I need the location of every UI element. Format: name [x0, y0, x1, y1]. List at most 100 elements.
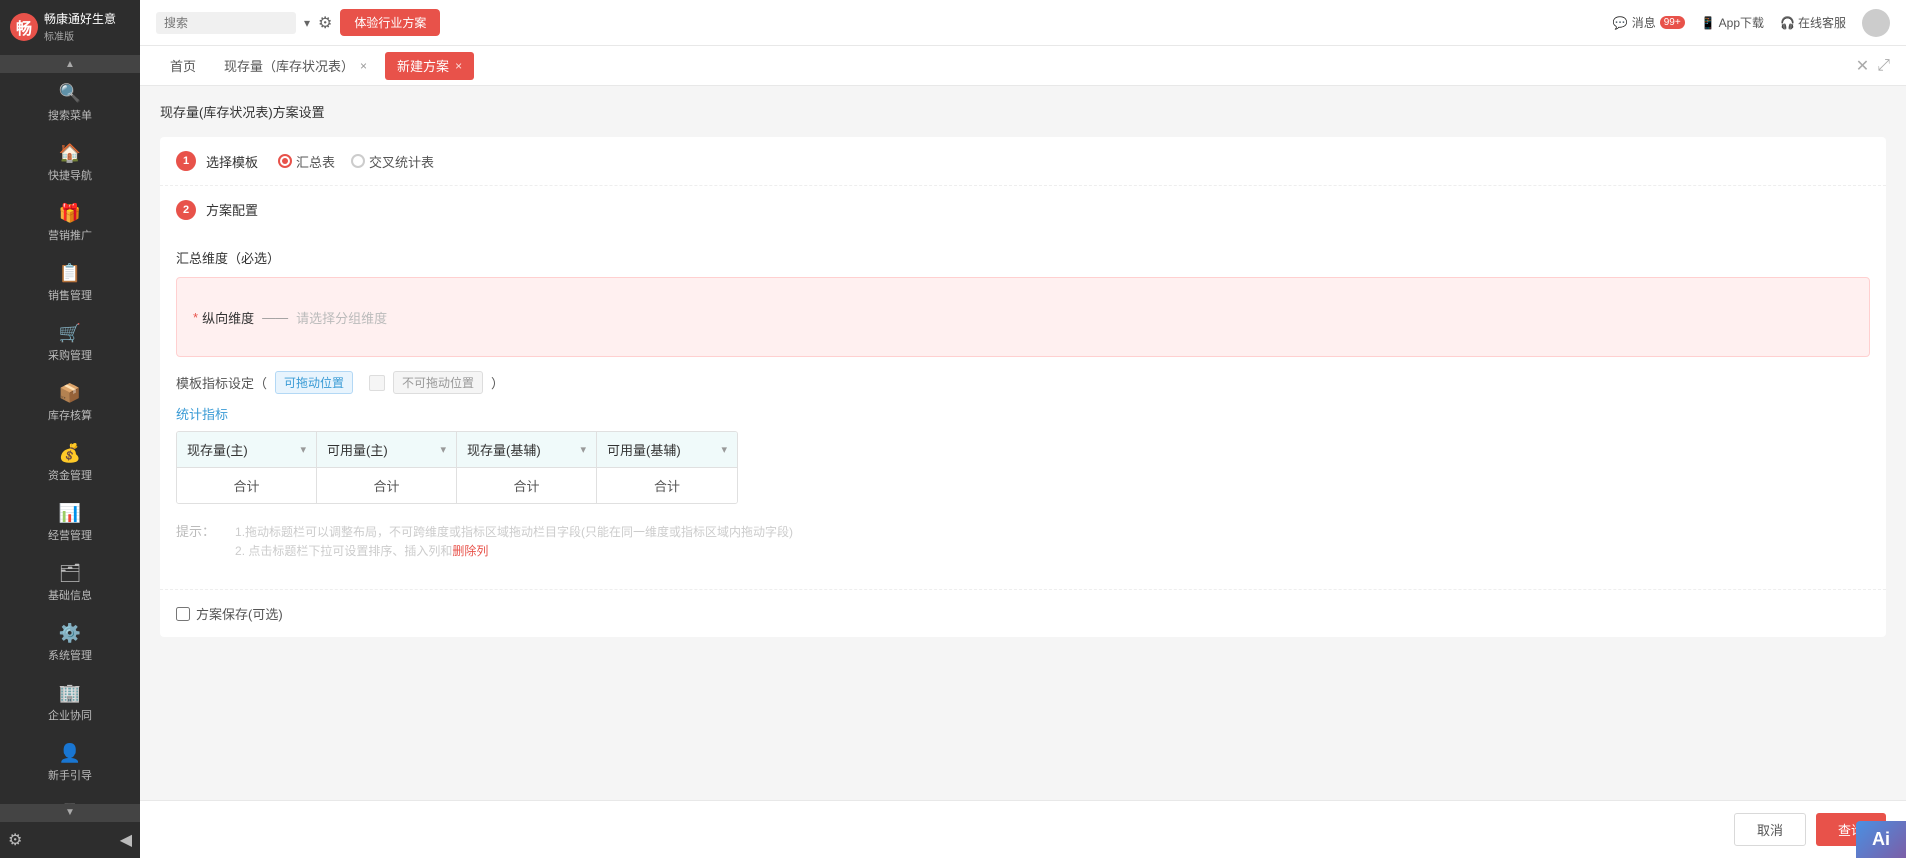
messages-button[interactable]: 💬 消息 99+	[1613, 14, 1685, 31]
search-input[interactable]	[156, 12, 296, 34]
avatar	[1862, 9, 1890, 37]
step2-num: 2	[176, 200, 196, 220]
tip-item-1: 2. 点击标题栏下拉可设置排序、插入列和删除列	[235, 542, 793, 559]
app-download-button[interactable]: 📱 App下载	[1701, 14, 1764, 31]
tab-home[interactable]: 首页	[156, 46, 210, 86]
sidebar-logo: 畅 畅康通好生意 标准版	[0, 0, 140, 56]
dimension-dash: ——	[262, 310, 288, 325]
stats-table-row-0: 合计 合计 合计 合计	[177, 467, 737, 503]
gear-nav-icon: ⚙️	[59, 623, 81, 644]
topbar-gear-icon[interactable]: ⚙	[318, 13, 332, 33]
sidebar-item-system[interactable]: ⚙️ 系统管理	[0, 613, 140, 673]
stats-col-2-dropdown[interactable]: ▾	[580, 443, 586, 456]
sidebar-item-label: 系统管理	[48, 647, 92, 663]
sidebar-item-search[interactable]: 🔍 搜索菜单	[0, 73, 140, 133]
sidebar-item-basic-info[interactable]: 🗂 基础信息	[0, 553, 140, 613]
app-name: 畅康通好生意	[44, 12, 116, 28]
sidebar-item-label: 快捷导航	[48, 167, 92, 183]
indicator-settings-label: 模板指标设定（	[176, 373, 267, 392]
sidebar-item-sales[interactable]: 📋 销售管理	[0, 253, 140, 313]
stats-col-0-dropdown[interactable]: ▾	[300, 443, 306, 456]
sidebar-bottom: ⚙ ◀	[0, 821, 140, 858]
sidebar-item-new-user[interactable]: 👤 新手引导	[0, 733, 140, 793]
sidebar-item-quick-nav[interactable]: 🏠 快捷导航	[0, 133, 140, 193]
stats-section-label: 统计指标	[176, 404, 1870, 423]
tabs-right-controls: ✕ ⤢	[1856, 56, 1890, 76]
radio-summary-dot	[282, 158, 288, 164]
tab-inventory-label: 现存量（库存状况表）	[224, 56, 354, 75]
stats-col-3[interactable]: 可用量(基辅) ▾	[597, 432, 737, 467]
stats-col-2-label: 现存量(基辅)	[467, 440, 541, 459]
tip-item-1-text: 2. 点击标题栏下拉可设置排序、插入列和	[235, 544, 452, 558]
stats-table: 现存量(主) ▾ 可用量(主) ▾ 现存量(基辅) ▾	[176, 431, 738, 504]
industry-btn[interactable]: 体验行业方案	[340, 9, 440, 36]
tab-new-scheme[interactable]: 新建方案 ×	[385, 52, 474, 80]
non-draggable-icon	[369, 375, 385, 391]
tip-item-0: 1.拖动标题栏可以调整布局，不可跨维度或指标区域拖动栏目字段(只能在同一维度或指…	[235, 523, 793, 540]
step2-label: 方案配置	[206, 200, 258, 219]
sidebar-item-label: 搜索菜单	[48, 107, 92, 123]
expand-panel-button[interactable]: ⤢	[1877, 56, 1890, 76]
tab-new-close[interactable]: ×	[455, 59, 462, 73]
settings-bottom-icon[interactable]: ⚙	[8, 830, 22, 850]
close-panel-button[interactable]: ✕	[1856, 56, 1869, 76]
step1-label: 选择模板	[206, 152, 258, 171]
scheme-section: 1 选择模板 汇总表 交叉统计表 2	[160, 137, 1886, 637]
page-title: 现存量(库存状况表)方案设置	[160, 102, 1886, 121]
sidebar-item-app-center[interactable]: 📱 应用中心	[0, 793, 140, 804]
template-radio-group: 汇总表 交叉统计表	[278, 152, 434, 171]
stats-col-2[interactable]: 现存量(基辅) ▾	[457, 432, 597, 467]
sidebar-item-operations[interactable]: 📊 经营管理	[0, 493, 140, 553]
indicator-settings-end: ）	[491, 373, 504, 392]
sidebar-item-finance[interactable]: 💰 资金管理	[0, 433, 140, 493]
stats-col-3-dropdown[interactable]: ▾	[721, 443, 727, 456]
tab-inventory-status[interactable]: 现存量（库存状况表） ×	[210, 46, 381, 86]
cancel-button[interactable]: 取消	[1734, 813, 1806, 846]
message-icon: 💬	[1613, 16, 1628, 30]
enterprise-icon: 🏢	[59, 683, 81, 704]
topbar: ▾ ⚙ 体验行业方案 💬 消息 99+ 📱 App下载 🎧 在线客服	[140, 0, 1906, 46]
sidebar-scroll-up[interactable]: ▲	[0, 56, 140, 73]
app-download-label: App下载	[1719, 14, 1764, 31]
sidebar-scroll-down[interactable]: ▼	[0, 804, 140, 821]
app-edition: 标准版	[44, 28, 116, 43]
user-profile[interactable]	[1862, 9, 1890, 37]
sidebar-item-purchase[interactable]: 🛒 采购管理	[0, 313, 140, 373]
messages-label: 消息	[1632, 14, 1656, 31]
draggable-badge: 可拖动位置	[275, 371, 353, 394]
tab-inventory-close[interactable]: ×	[360, 59, 367, 73]
sidebar-item-enterprise[interactable]: 🏢 企业协同	[0, 673, 140, 733]
ai-floating-button[interactable]: Ai	[1856, 821, 1906, 858]
info-icon: 🗂	[59, 563, 82, 584]
sidebar-item-inventory[interactable]: 📦 库存核算	[0, 373, 140, 433]
stats-cell-0-1: 合计	[317, 468, 457, 503]
radio-cross[interactable]: 交叉统计表	[351, 152, 434, 171]
sidebar-item-marketing[interactable]: 🎁 营销推广	[0, 193, 140, 253]
stats-cell-0-0: 合计	[177, 468, 317, 503]
radio-summary[interactable]: 汇总表	[278, 152, 335, 171]
stats-col-0[interactable]: 现存量(主) ▾	[177, 432, 317, 467]
step1-num: 1	[176, 151, 196, 171]
tips-label: 提示：	[176, 521, 215, 540]
sidebar-item-label: 营销推广	[48, 227, 92, 243]
tabs-bar: 首页 现存量（库存状况表） × 新建方案 × ✕ ⤢	[140, 46, 1906, 86]
dimension-vertical-label: 纵向维度	[202, 308, 254, 327]
headset-icon: 🎧	[1780, 16, 1795, 30]
dimension-area[interactable]: * 纵向维度 —— 请选择分组维度	[176, 277, 1870, 357]
save-checkbox[interactable]	[176, 607, 190, 621]
stats-col-0-label: 现存量(主)	[187, 440, 248, 459]
collapse-icon[interactable]: ◀	[120, 830, 132, 850]
search-dropdown-button[interactable]: ▾	[304, 16, 310, 30]
main-area: ▾ ⚙ 体验行业方案 💬 消息 99+ 📱 App下载 🎧 在线客服	[140, 0, 1906, 858]
online-service-button[interactable]: 🎧 在线客服	[1780, 14, 1846, 31]
dimension-placeholder: 请选择分组维度	[296, 308, 387, 327]
chart-icon: 📊	[59, 503, 81, 524]
step2-header-row: 2 方案配置	[160, 186, 1886, 234]
sidebar-item-label: 基础信息	[48, 587, 92, 603]
home-icon: 🏠	[59, 143, 81, 164]
tips-section: 提示： 1.拖动标题栏可以调整布局，不可跨维度或指标区域拖动栏目字段(只能在同一…	[176, 521, 1870, 561]
sidebar-item-label: 销售管理	[48, 287, 92, 303]
stats-col-1-dropdown[interactable]: ▾	[440, 443, 446, 456]
save-label: 方案保存(可选)	[196, 604, 283, 623]
stats-col-1[interactable]: 可用量(主) ▾	[317, 432, 457, 467]
